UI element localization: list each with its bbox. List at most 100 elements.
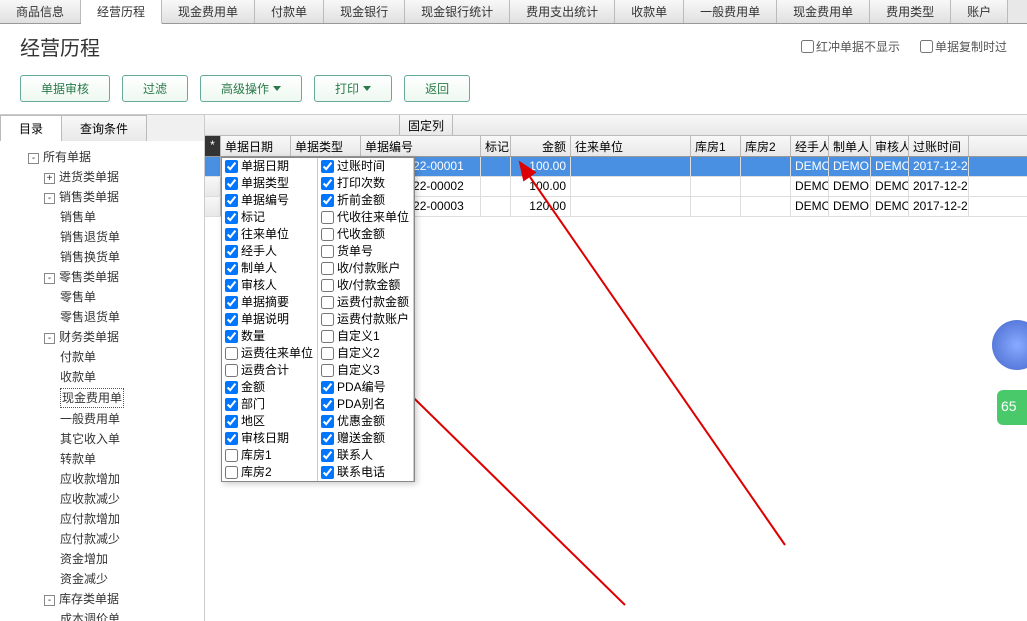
top-tab[interactable]: 商品信息 <box>0 0 81 23</box>
column-picker-item[interactable]: 代收金额 <box>318 226 413 243</box>
tree-node[interactable]: 资金增加 <box>4 549 200 569</box>
column-toggle-checkbox[interactable] <box>321 194 334 207</box>
expander-icon[interactable]: + <box>44 173 55 184</box>
column-picker-item[interactable]: 货单号 <box>318 243 413 260</box>
column-toggle-checkbox[interactable] <box>225 313 238 326</box>
advanced-button[interactable]: 高级操作 <box>200 75 302 102</box>
column-picker-item[interactable]: 单据日期 <box>222 158 317 175</box>
tree-node[interactable]: 其它收入单 <box>4 429 200 449</box>
column-toggle-checkbox[interactable] <box>321 160 334 173</box>
column-picker-item[interactable]: 收/付款账户 <box>318 260 413 277</box>
tab-catalog[interactable]: 目录 <box>0 115 62 141</box>
tree-node[interactable]: 收款单 <box>4 367 200 387</box>
top-tab[interactable]: 费用类型 <box>870 0 951 23</box>
column-header[interactable]: 单据编号 <box>361 136 481 156</box>
column-picker-item[interactable]: 运费付款账户 <box>318 311 413 328</box>
column-toggle-checkbox[interactable] <box>321 296 334 309</box>
column-toggle-checkbox[interactable] <box>225 194 238 207</box>
top-tab[interactable]: 付款单 <box>255 0 324 23</box>
column-toggle-checkbox[interactable] <box>225 398 238 411</box>
column-picker-item[interactable]: 往来单位 <box>222 226 317 243</box>
column-toggle-checkbox[interactable] <box>321 330 334 343</box>
top-tab[interactable]: 费用支出统计 <box>510 0 615 23</box>
tree-node[interactable]: -财务类单据 <box>4 327 200 347</box>
tree-node[interactable]: 应付款增加 <box>4 509 200 529</box>
column-header[interactable]: 审核人 <box>871 136 909 156</box>
column-header[interactable]: 标记 <box>481 136 511 156</box>
row-header-corner[interactable]: * <box>205 136 221 156</box>
column-toggle-checkbox[interactable] <box>225 449 238 462</box>
tree-node[interactable]: 零售单 <box>4 287 200 307</box>
column-toggle-checkbox[interactable] <box>225 279 238 292</box>
column-toggle-checkbox[interactable] <box>225 228 238 241</box>
column-picker-item[interactable]: PDA别名 <box>318 396 413 413</box>
tree-node[interactable]: 付款单 <box>4 347 200 367</box>
column-toggle-checkbox[interactable] <box>321 449 334 462</box>
column-picker-item[interactable]: 自定义2 <box>318 345 413 362</box>
column-picker-item[interactable]: 标记 <box>222 209 317 226</box>
column-toggle-checkbox[interactable] <box>321 381 334 394</box>
column-picker-item[interactable]: 优惠金额 <box>318 413 413 430</box>
expander-icon[interactable]: - <box>44 273 55 284</box>
expander-icon[interactable]: - <box>28 153 39 164</box>
column-picker-item[interactable]: 审核人 <box>222 277 317 294</box>
tree-node[interactable]: 销售单 <box>4 207 200 227</box>
column-picker-item[interactable]: 运费合计 <box>222 362 317 379</box>
column-picker-item[interactable]: 地区 <box>222 413 317 430</box>
top-tab[interactable]: 收款单 <box>615 0 684 23</box>
column-toggle-checkbox[interactable] <box>321 466 334 479</box>
audit-button[interactable]: 单据审核 <box>20 75 110 102</box>
expander-icon[interactable]: - <box>44 193 55 204</box>
column-picker-item[interactable]: 赠送金额 <box>318 430 413 447</box>
tree-node[interactable]: 销售退货单 <box>4 227 200 247</box>
column-picker-item[interactable]: 单据摘要 <box>222 294 317 311</box>
hide-red-flush-check[interactable]: 红冲单据不显示 <box>801 38 900 55</box>
tree-node[interactable]: 成本调价单 <box>4 609 200 621</box>
column-toggle-checkbox[interactable] <box>321 415 334 428</box>
tree-node[interactable]: -零售类单据 <box>4 267 200 287</box>
column-toggle-checkbox[interactable] <box>321 432 334 445</box>
column-header[interactable]: 库房1 <box>691 136 741 156</box>
column-picker-item[interactable]: 制单人 <box>222 260 317 277</box>
column-toggle-checkbox[interactable] <box>321 398 334 411</box>
column-picker-item[interactable]: 库房1 <box>222 447 317 464</box>
column-toggle-checkbox[interactable] <box>321 177 334 190</box>
print-button[interactable]: 打印 <box>314 75 392 102</box>
tree-node[interactable]: 应收款增加 <box>4 469 200 489</box>
column-picker-item[interactable]: 运费付款金额 <box>318 294 413 311</box>
column-toggle-checkbox[interactable] <box>225 245 238 258</box>
column-picker-item[interactable]: 审核日期 <box>222 430 317 447</box>
column-header[interactable]: 经手人 <box>791 136 829 156</box>
column-toggle-checkbox[interactable] <box>321 347 334 360</box>
column-toggle-checkbox[interactable] <box>321 313 334 326</box>
column-header[interactable]: 过账时间 <box>909 136 969 156</box>
tree-node[interactable]: 现金费用单 <box>4 387 200 409</box>
tree-node[interactable]: -所有单据 <box>4 147 200 167</box>
column-picker-item[interactable]: 过账时间 <box>318 158 413 175</box>
column-picker-item[interactable]: 自定义1 <box>318 328 413 345</box>
column-header[interactable]: 库房2 <box>741 136 791 156</box>
column-picker-item[interactable]: 自定义3 <box>318 362 413 379</box>
column-toggle-checkbox[interactable] <box>225 347 238 360</box>
column-picker-item[interactable]: 运费往来单位 <box>222 345 317 362</box>
column-toggle-checkbox[interactable] <box>225 262 238 275</box>
column-toggle-checkbox[interactable] <box>225 466 238 479</box>
tree-node[interactable]: 转款单 <box>4 449 200 469</box>
top-tab[interactable]: 现金银行 <box>324 0 405 23</box>
top-tab[interactable]: 现金费用单 <box>162 0 255 23</box>
column-picker-item[interactable]: 单据说明 <box>222 311 317 328</box>
top-tab[interactable]: 现金银行统计 <box>405 0 510 23</box>
column-header[interactable]: 单据类型 <box>291 136 361 156</box>
column-picker-item[interactable]: 部门 <box>222 396 317 413</box>
tree-node[interactable]: 资金减少 <box>4 569 200 589</box>
column-toggle-checkbox[interactable] <box>225 415 238 428</box>
tab-query[interactable]: 查询条件 <box>61 115 147 141</box>
top-tab[interactable]: 现金费用单 <box>777 0 870 23</box>
column-toggle-checkbox[interactable] <box>225 330 238 343</box>
column-toggle-checkbox[interactable] <box>321 279 334 292</box>
column-picker-item[interactable]: PDA编号 <box>318 379 413 396</box>
column-header[interactable]: 单据日期 <box>221 136 291 156</box>
column-toggle-checkbox[interactable] <box>225 364 238 377</box>
column-picker-item[interactable]: 单据编号 <box>222 192 317 209</box>
column-toggle-checkbox[interactable] <box>321 211 334 224</box>
